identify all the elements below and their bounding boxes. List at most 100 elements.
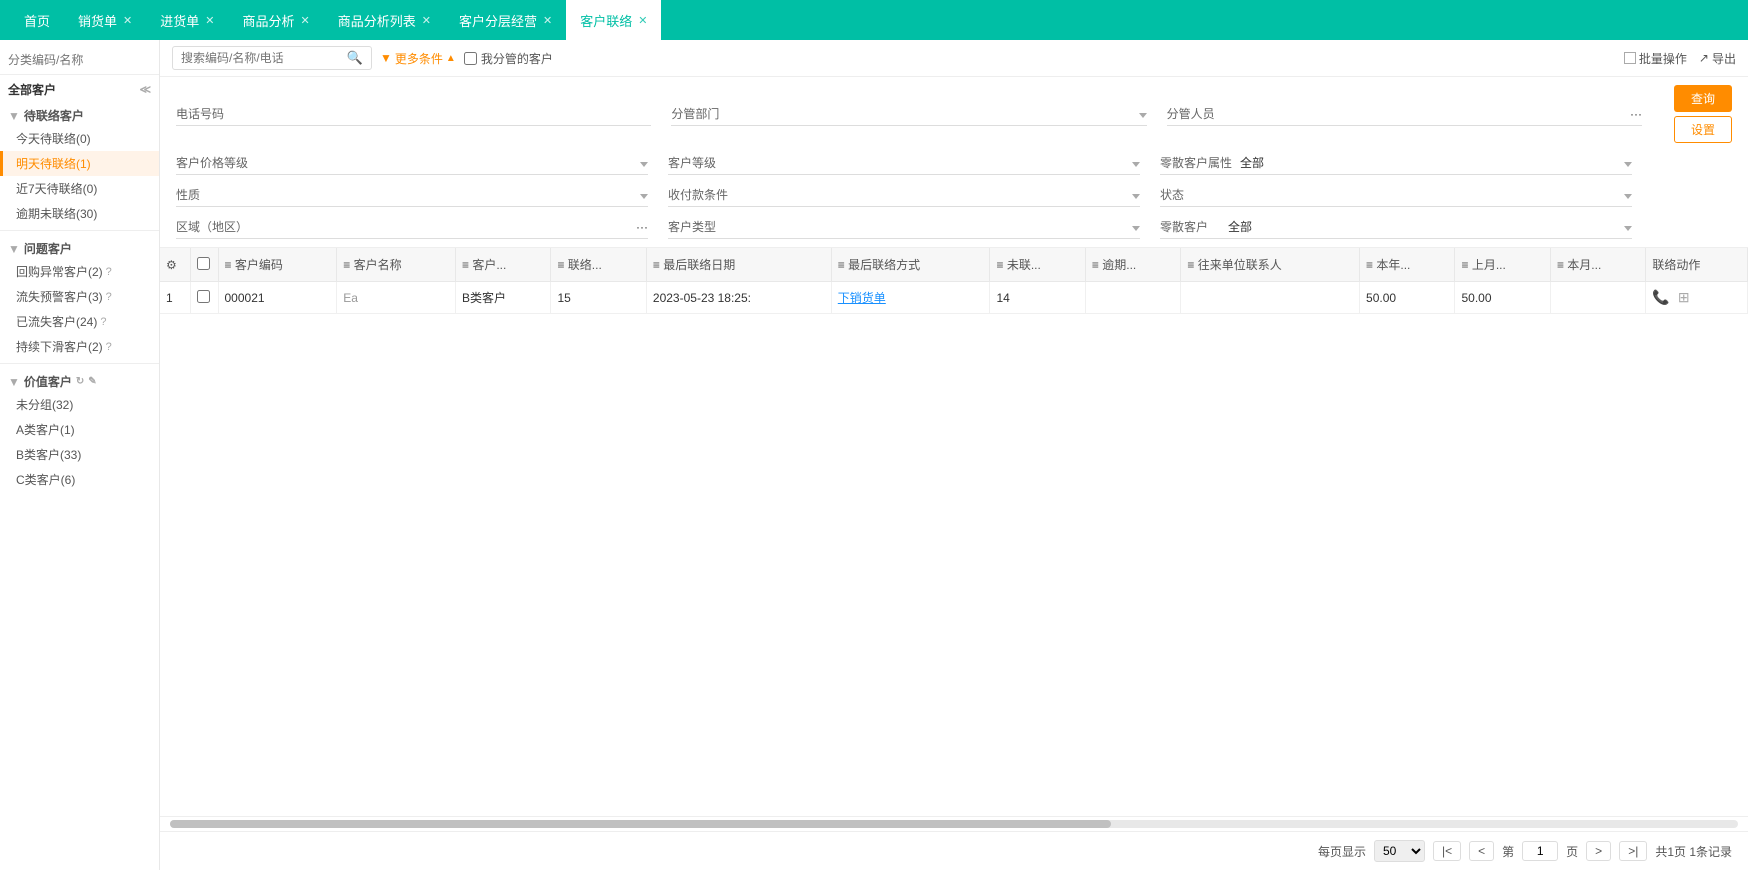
nav-product-analysis[interactable]: 商品分析 ✕ [228,0,323,40]
sidebar-item-classB[interactable]: B类客户(33) [0,442,159,467]
cust-level-chevron-icon [1132,156,1140,170]
sidebar-item-overdue[interactable]: 逾期未联络(30) [0,201,159,226]
th-settings[interactable]: ⚙ [160,248,190,282]
dept-input[interactable] [739,107,1138,121]
close-analysis-icon[interactable]: ✕ [301,14,310,27]
query-button[interactable]: 查询 [1674,85,1732,112]
value-refresh-icon[interactable]: ↻ [76,376,84,387]
pending-group-label: ▼ 待联络客户 [0,102,159,126]
th-checkbox[interactable] [190,248,218,282]
batch-op-btn[interactable]: 批量操作 [1624,50,1687,67]
value-edit-icon[interactable]: ✎ [88,376,96,387]
th-this-year: ≡ 本年... [1360,248,1455,282]
sidebar-item-classC[interactable]: C类客户(6) [0,467,159,492]
close-sales-icon[interactable]: ✕ [123,14,132,27]
manager-input[interactable] [1235,107,1630,121]
action-phone-icon[interactable]: 📞 [1652,289,1669,306]
filter-row-2: 客户价格等级 客户等级 零散客户属性 全部 [176,151,1732,175]
scrollbar-thumb[interactable] [170,820,1111,828]
price-level-input[interactable] [256,156,640,170]
cell-checkbox[interactable] [190,282,218,314]
filter-retail-attr: 零散客户属性 全部 [1160,151,1632,175]
cell-name: Ea [337,282,456,314]
row-checkbox[interactable] [197,290,210,303]
collapse-icon[interactable]: ≪ [139,83,151,96]
per-page-select[interactable]: 50 10 20 100 [1374,840,1425,862]
close-analysis-list-icon[interactable]: ✕ [422,14,431,27]
phone-label: 电话号码 [176,105,236,122]
retail-cust-chevron-icon [1624,220,1632,234]
th-no-contact: ≡ 未联... [990,248,1085,282]
nav-sales[interactable]: 销货单 ✕ [64,0,146,40]
sidebar-item-churn-warning[interactable]: 流失预警客户(3) ? [0,284,159,309]
select-all-checkbox[interactable] [197,257,210,270]
filter-region: 区域（地区） ··· [176,215,648,239]
cell-code: 000021 [218,282,337,314]
scrollbar-track [170,820,1738,828]
all-customers-header[interactable]: 全部客户 ≪ [0,75,159,102]
close-contact-icon[interactable]: ✕ [638,14,647,27]
sidebar-item-declining[interactable]: 持续下滑客户(2) ? [0,334,159,359]
search-input[interactable] [181,51,347,65]
manager-dots-icon[interactable]: ··· [1630,107,1642,121]
payment-input[interactable] [736,188,1132,202]
sidebar-item-7days[interactable]: 近7天待联络(0) [0,176,159,201]
last-page-btn[interactable]: >| [1619,841,1647,861]
cell-no-contact: 14 [990,282,1085,314]
cust-type-input[interactable] [736,220,1132,234]
nature-input[interactable] [244,188,640,202]
nav-product-analysis-list[interactable]: 商品分析列表 ✕ [324,0,445,40]
export-btn[interactable]: ↗ 导出 [1699,50,1736,67]
action-grid-icon[interactable]: ⊞ [1678,289,1690,306]
th-code: ≡ 客户编码 [218,248,337,282]
horizontal-scrollbar[interactable] [160,816,1748,831]
close-purchase-icon[interactable]: ✕ [205,14,214,27]
page-number-input[interactable] [1522,841,1558,861]
nav-home[interactable]: 首页 [10,0,64,40]
nav-purchase[interactable]: 进货单 ✕ [146,0,228,40]
sidebar-item-ungrouped[interactable]: 未分组(32) [0,392,159,417]
my-customers-check[interactable] [464,52,477,65]
cust-type-label: 客户类型 [668,218,728,235]
nature-label: 性质 [176,186,236,203]
sidebar-item-tomorrow[interactable]: 明天待联络(1) [0,151,159,176]
retail-attr-label: 零散客户属性 [1160,154,1232,171]
cell-last-method[interactable]: 下销货单 [831,282,990,314]
th-last-date: ≡ 最后联络日期 [646,248,831,282]
th-action: 联络动作 [1646,248,1748,282]
filter-retail-cust: 零散客户 全部 [1160,215,1632,239]
th-contact: ≡ 联络... [551,248,646,282]
all-customers-label: 全部客户 [8,81,56,98]
sidebar-item-classA[interactable]: A类客户(1) [0,417,159,442]
dept-label: 分管部门 [671,105,731,122]
status-input[interactable] [1228,188,1624,202]
sidebar-item-today[interactable]: 今天待联络(0) [0,126,159,151]
th-name: ≡ 客户名称 [337,248,456,282]
cust-level-input[interactable] [736,156,1132,170]
price-chevron-icon [640,156,648,170]
export-icon: ↗ [1699,51,1709,65]
search-icon[interactable]: 🔍 [347,50,363,66]
next-page-btn[interactable]: > [1586,841,1611,861]
reset-button[interactable]: 设置 [1674,116,1732,143]
nature-chevron-icon [640,188,648,202]
cell-unit-contact [1181,282,1360,314]
nav-customer-contact[interactable]: 客户联络 ✕ [566,0,661,40]
value-group-label: ▼ 价值客户 ↻ ✎ [0,368,159,392]
phone-input[interactable] [244,107,651,121]
sidebar-item-churned[interactable]: 已流失客户(24) ? [0,309,159,334]
more-conditions-btn[interactable]: ▼ 更多条件 ▲ [380,50,456,67]
first-page-btn[interactable]: |< [1433,841,1461,861]
region-input[interactable] [256,220,636,234]
last-method-link[interactable]: 下销货单 [838,291,886,305]
close-tier-icon[interactable]: ✕ [543,14,552,27]
sidebar-search-input[interactable] [8,53,160,67]
content-area: 🔍 ▼ 更多条件 ▲ 我分管的客户 批量操作 ↗ 导出 [160,40,1748,870]
nav-customer-tier[interactable]: 客户分层经营 ✕ [445,0,566,40]
region-dots-icon[interactable]: ··· [636,220,648,234]
status-label: 状态 [1160,186,1220,203]
prev-page-btn[interactable]: < [1469,841,1494,861]
retail-cust-label: 零散客户 [1160,218,1220,235]
table-area: ⚙ ≡ 客户编码 ≡ 客户名称 ≡ 客户... ≡ 联络... [160,248,1748,816]
sidebar-item-abnormal[interactable]: 回购异常客户(2) ? [0,259,159,284]
